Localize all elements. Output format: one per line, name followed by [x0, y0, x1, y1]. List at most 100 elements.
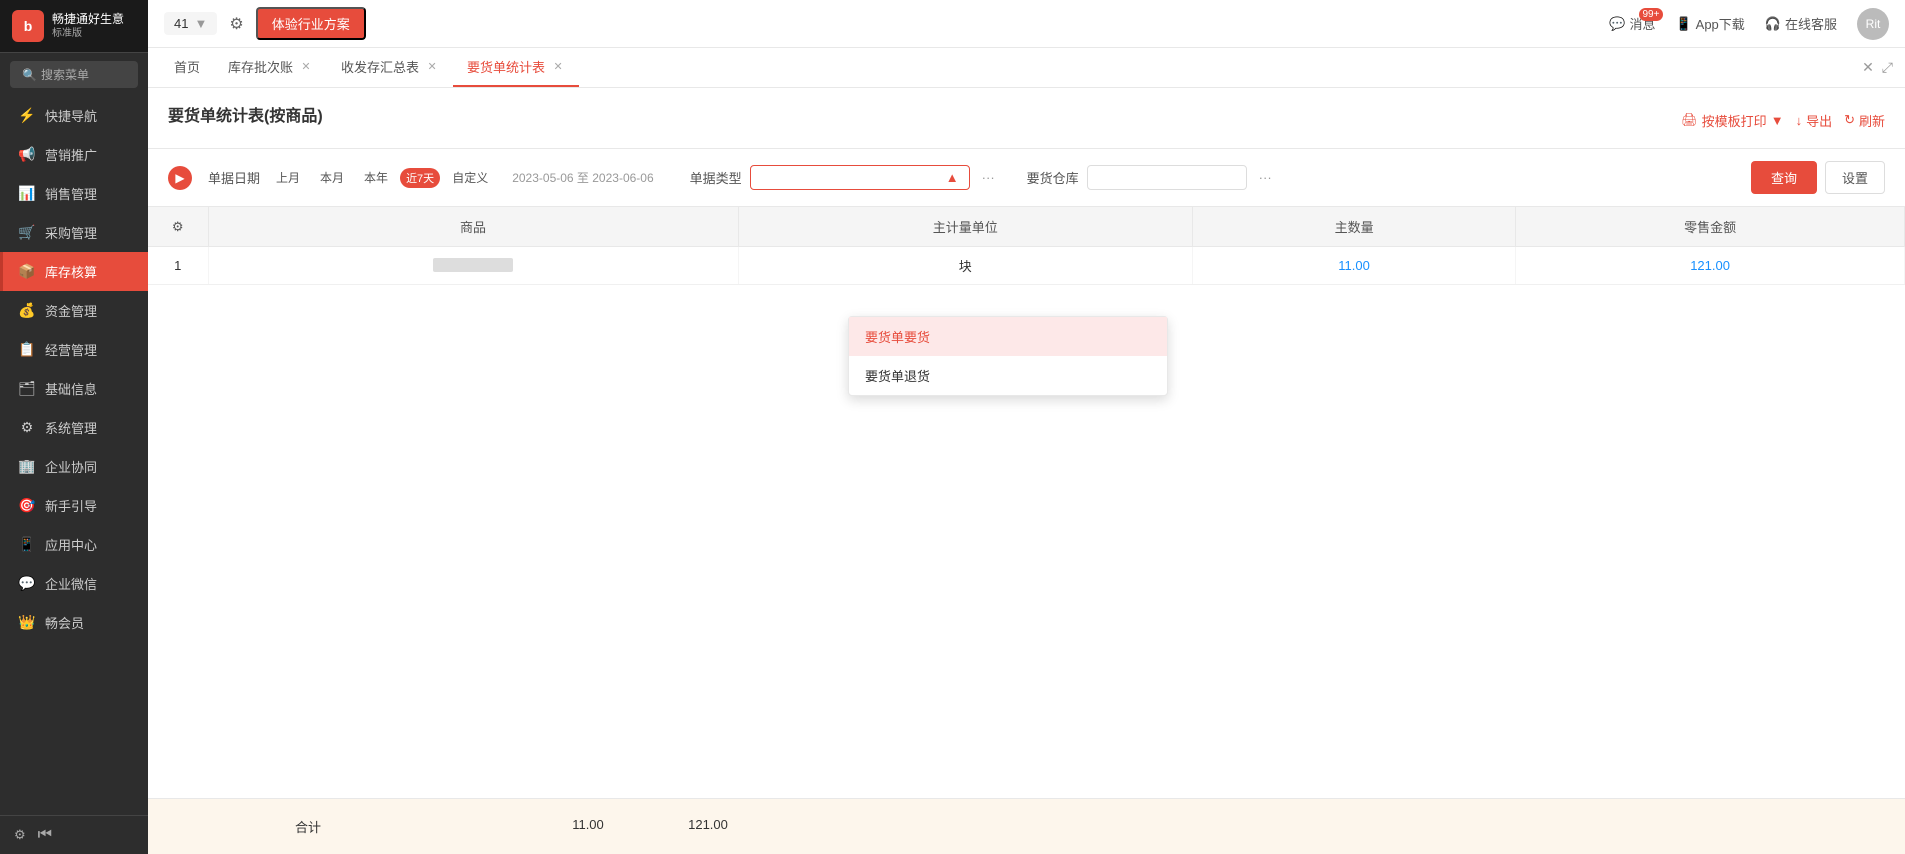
- purchase-icon: 🛒: [17, 224, 37, 241]
- tab-inventory-batch[interactable]: 库存批次账 ✕: [214, 48, 327, 87]
- message-badge: 99+: [1639, 8, 1664, 21]
- enterprise-icon: 🏢: [17, 458, 37, 475]
- col-quantity: 主数量: [1193, 207, 1516, 247]
- footer-label: 合计: [208, 809, 408, 844]
- date-filter-group: 单据日期 上月 本月 本年 近7天 自定义: [208, 166, 496, 189]
- amount-link[interactable]: 121.00: [1690, 258, 1730, 273]
- page-actions: 🖨 按模板打印 ▼ ↓ 导出 ↻ 刷新: [1681, 111, 1885, 130]
- quick-nav-icon: ⚡: [17, 107, 37, 124]
- content-area: 要货单统计表(按商品) 🖨 按模板打印 ▼ ↓ 导出 ↻ 刷新: [148, 88, 1905, 854]
- sidebar-item-system[interactable]: ⚙ 系统管理: [0, 408, 148, 447]
- phone-icon: 📱: [1675, 16, 1691, 32]
- tab-receive-summary-close[interactable]: ✕: [425, 60, 439, 74]
- wechat-icon: 💬: [17, 575, 37, 592]
- warehouse-input[interactable]: [1087, 165, 1247, 190]
- marketing-icon: 📢: [17, 146, 37, 163]
- settings-icon[interactable]: ⚙: [229, 14, 243, 34]
- sidebar-item-enterprise[interactable]: 🏢 企业协同: [0, 447, 148, 486]
- settings-footer-icon[interactable]: ⚙: [14, 827, 26, 843]
- footer-unit: [408, 809, 528, 844]
- sidebar-item-app-center[interactable]: 📱 应用中心: [0, 525, 148, 564]
- main-area: 41 ▼ ⚙ 体验行业方案 💬 消息 99+ 📱 App下载 🎧 在线客服 Ri…: [148, 0, 1905, 854]
- data-table: ⚙ 商品 主计量单位 主数量 零售金额 1: [148, 207, 1905, 285]
- app-download-button[interactable]: 📱 App下载: [1675, 14, 1744, 33]
- product-name-placeholder: [433, 258, 513, 272]
- quantity-link[interactable]: 11.00: [1338, 258, 1370, 273]
- sidebar-footer: ⚙ ⏮: [0, 815, 148, 854]
- date-tab-this-month[interactable]: 本月: [312, 166, 352, 189]
- user-avatar: Rit: [1857, 8, 1889, 40]
- promo-button[interactable]: 体验行业方案: [256, 7, 366, 40]
- window-close-icon[interactable]: ✕: [1862, 59, 1874, 76]
- sidebar-item-inventory[interactable]: 📦 库存核算: [0, 252, 148, 291]
- date-tabs: 上月 本月 本年 近7天 自定义: [268, 166, 496, 189]
- column-settings-icon[interactable]: ⚙: [172, 219, 184, 234]
- sidebar-item-marketing[interactable]: 📢 营销推广: [0, 135, 148, 174]
- sidebar-item-sales[interactable]: 📊 销售管理: [0, 174, 148, 213]
- table-footer: 合计 11.00 121.00: [148, 798, 1905, 854]
- sidebar-search[interactable]: 🔍 搜索菜单: [10, 61, 138, 88]
- col-unit: 主计量单位: [738, 207, 1192, 247]
- app-logo-text: 畅捷通好生意 标准版: [52, 12, 124, 41]
- warehouse-more-icon[interactable]: ···: [1259, 170, 1272, 185]
- tab-order-stats[interactable]: 要货单统计表 ✕: [453, 48, 579, 87]
- page-title: 要货单统计表(按商品): [168, 102, 323, 126]
- sidebar-item-operations[interactable]: 📋 经营管理: [0, 330, 148, 369]
- type-filter-label: 单据类型: [690, 168, 742, 187]
- sidebar-logo: b 畅捷通好生意 标准版: [0, 0, 148, 53]
- sidebar-item-member[interactable]: 👑 畅会员: [0, 603, 148, 642]
- sales-icon: 📊: [17, 185, 37, 202]
- sidebar-item-finance[interactable]: 💰 资金管理: [0, 291, 148, 330]
- print-chevron-icon: ▼: [1771, 113, 1784, 128]
- sidebar-item-purchase[interactable]: 🛒 采购管理: [0, 213, 148, 252]
- query-button[interactable]: 查询: [1751, 161, 1817, 194]
- user-menu[interactable]: Rit: [1857, 8, 1889, 40]
- tab-order-stats-close[interactable]: ✕: [551, 60, 565, 74]
- date-tab-last-month[interactable]: 上月: [268, 166, 308, 189]
- message-icon: 💬: [1609, 16, 1625, 32]
- date-range-display: 2023-05-06 至 2023-06-06: [512, 169, 653, 186]
- date-tab-this-year[interactable]: 本年: [356, 166, 396, 189]
- topbar: 41 ▼ ⚙ 体验行业方案 💬 消息 99+ 📱 App下载 🎧 在线客服 Ri…: [148, 0, 1905, 48]
- type-select-value: [761, 170, 946, 185]
- print-button[interactable]: 🖨 按模板打印 ▼: [1681, 111, 1783, 130]
- dropdown-item-return[interactable]: 要货单退货: [849, 356, 1167, 395]
- sidebar-item-wechat[interactable]: 💬 企业微信: [0, 564, 148, 603]
- filter-expand-button[interactable]: ▶: [168, 166, 192, 190]
- table-container: ⚙ 商品 主计量单位 主数量 零售金额 1: [148, 207, 1905, 798]
- refresh-button[interactable]: ↻ 刷新: [1844, 111, 1885, 130]
- sidebar-item-quick-nav[interactable]: ⚡ 快捷导航: [0, 96, 148, 135]
- sidebar-item-guide[interactable]: 🎯 新手引导: [0, 486, 148, 525]
- tab-inventory-batch-close[interactable]: ✕: [299, 60, 313, 74]
- message-button[interactable]: 💬 消息 99+: [1609, 14, 1655, 33]
- dropdown-item-order[interactable]: 要货单要货: [849, 317, 1167, 356]
- collapse-icon[interactable]: ⏮: [38, 826, 52, 844]
- type-select[interactable]: ▲: [750, 165, 970, 190]
- online-service-button[interactable]: 🎧 在线客服: [1765, 14, 1837, 33]
- warehouse-filter-label: 要货仓库: [1027, 168, 1079, 187]
- headset-icon: 🎧: [1765, 16, 1781, 32]
- member-icon: 👑: [17, 614, 37, 631]
- export-icon: ↓: [1796, 113, 1803, 128]
- col-amount: 零售金额: [1516, 207, 1905, 247]
- window-maximize-icon[interactable]: ⤢: [1882, 59, 1893, 76]
- filter-more-icon[interactable]: ···: [982, 170, 995, 185]
- sidebar-item-basic[interactable]: 🗂 基础信息: [0, 369, 148, 408]
- tab-receive-summary[interactable]: 收发存汇总表 ✕: [327, 48, 453, 87]
- settings-button[interactable]: 设置: [1825, 161, 1885, 194]
- system-icon: ⚙: [17, 419, 37, 436]
- store-chevron-icon: ▼: [194, 16, 207, 31]
- date-tab-7days[interactable]: 近7天: [400, 168, 440, 188]
- operations-icon: 📋: [17, 341, 37, 358]
- date-tab-custom[interactable]: 自定义: [444, 166, 496, 189]
- row-quantity: 11.00: [1193, 247, 1516, 285]
- tab-home[interactable]: 首页: [160, 48, 214, 87]
- footer-empty1: [148, 809, 208, 844]
- col-gear[interactable]: ⚙: [148, 207, 208, 247]
- export-button[interactable]: ↓ 导出: [1796, 111, 1833, 130]
- store-selector[interactable]: 41 ▼: [164, 12, 217, 35]
- row-amount: 121.00: [1516, 247, 1905, 285]
- tabbar: 首页 库存批次账 ✕ 收发存汇总表 ✕ 要货单统计表 ✕ ✕ ⤢: [148, 48, 1905, 88]
- topbar-right: 💬 消息 99+ 📱 App下载 🎧 在线客服 Rit: [1609, 8, 1889, 40]
- inventory-icon: 📦: [17, 263, 37, 280]
